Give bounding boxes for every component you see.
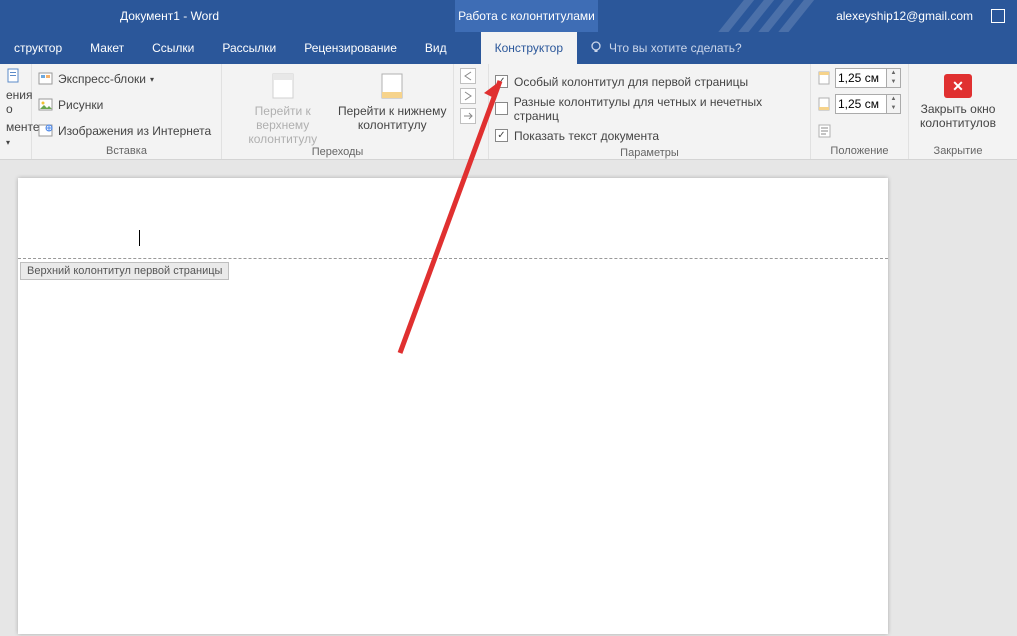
different-first-page-checkbox[interactable]: ✓ Особый колонтитул для первой страницы bbox=[495, 70, 804, 93]
footer-position-icon bbox=[817, 96, 833, 112]
online-pictures-icon bbox=[38, 123, 54, 139]
text-cursor bbox=[139, 230, 140, 246]
group-docinfo-partial: ения о менте ▾ bbox=[0, 64, 32, 159]
document-info-icon bbox=[6, 68, 22, 84]
group-position: ▲▼ ▲▼ Положение bbox=[811, 64, 909, 159]
group-options-label: Параметры bbox=[489, 147, 810, 161]
tab-layout[interactable]: Макет bbox=[76, 32, 138, 64]
link-to-previous-button[interactable] bbox=[460, 108, 476, 124]
tab-review[interactable]: Рецензирование bbox=[290, 32, 411, 64]
group-navigation-label: Переходы bbox=[222, 146, 453, 160]
ribbon-display-icon[interactable] bbox=[991, 9, 1005, 23]
group-close-label: Закрытие bbox=[909, 145, 1007, 159]
checkbox-checked-icon: ✓ bbox=[495, 75, 508, 88]
tell-me-search[interactable]: Что вы хотите сделать? bbox=[577, 40, 742, 57]
group-navigation: Перейти к верхнему колонтитулу Перейти к… bbox=[222, 64, 454, 159]
close-header-footer-button[interactable]: ✕ Закрыть окно колонтитулов bbox=[920, 68, 996, 130]
group-close: ✕ Закрыть окно колонтитулов Закрытие bbox=[909, 64, 1007, 159]
next-section-button[interactable] bbox=[460, 88, 476, 104]
tab-header-footer-design[interactable]: Конструктор bbox=[481, 32, 577, 64]
header-section-tag: Верхний колонтитул первой страницы bbox=[20, 262, 229, 280]
different-odd-even-checkbox[interactable]: Разные колонтитулы для четных и нечетных… bbox=[495, 97, 804, 120]
close-icon: ✕ bbox=[944, 74, 972, 98]
header-boundary-line bbox=[18, 258, 888, 259]
tell-me-placeholder: Что вы хотите сделать? bbox=[609, 41, 742, 55]
insert-alignment-tab-button[interactable] bbox=[817, 120, 901, 142]
lightbulb-icon bbox=[589, 40, 603, 57]
pictures-button[interactable]: Рисунки bbox=[38, 94, 211, 116]
goto-footer-icon bbox=[376, 70, 408, 102]
footer-from-bottom-spinner[interactable]: ▲▼ bbox=[817, 94, 901, 114]
ribbon-tabs: структор Макет Ссылки Рассылки Рецензиро… bbox=[0, 32, 1017, 64]
footer-from-bottom-input[interactable] bbox=[835, 94, 887, 114]
tab-designer-partial[interactable]: структор bbox=[0, 32, 76, 64]
header-position-icon bbox=[817, 70, 833, 86]
spinner-buttons[interactable]: ▲▼ bbox=[887, 94, 901, 114]
goto-header-button: Перейти к верхнему колонтитулу bbox=[228, 68, 338, 146]
alignment-tab-icon bbox=[817, 123, 833, 139]
tab-view[interactable]: Вид bbox=[411, 32, 461, 64]
spinner-buttons[interactable]: ▲▼ bbox=[887, 68, 901, 88]
quick-parts-icon bbox=[38, 71, 54, 87]
group-insert: Экспресс-блоки▾ Рисунки Изображения из И… bbox=[32, 64, 222, 159]
group-position-label: Положение bbox=[811, 145, 908, 159]
goto-footer-button[interactable]: Перейти к нижнему колонтитулу bbox=[338, 68, 448, 132]
document-title: Документ1 - Word bbox=[120, 9, 219, 23]
contextual-tab-title: Работа с колонтитулами bbox=[455, 0, 598, 32]
header-from-top-input[interactable] bbox=[835, 68, 887, 88]
title-bar: Документ1 - Word Работа с колонтитулами … bbox=[0, 0, 1017, 32]
group-options: ✓ Особый колонтитул для первой страницы … bbox=[488, 64, 811, 159]
previous-section-button[interactable] bbox=[460, 68, 476, 84]
user-email[interactable]: alexeyship12@gmail.com bbox=[836, 9, 973, 23]
show-document-text-checkbox[interactable]: ✓ Показать текст документа bbox=[495, 124, 804, 147]
quick-parts-button[interactable]: Экспресс-блоки▾ bbox=[38, 68, 211, 90]
checkbox-checked-icon: ✓ bbox=[495, 129, 508, 142]
document-page[interactable]: Верхний колонтитул первой страницы bbox=[18, 178, 888, 634]
online-pictures-button[interactable]: Изображения из Интернета bbox=[38, 120, 211, 142]
header-from-top-spinner[interactable]: ▲▼ bbox=[817, 68, 901, 88]
tab-mailings[interactable]: Рассылки bbox=[208, 32, 290, 64]
group-nav-links bbox=[454, 64, 488, 159]
document-workspace[interactable]: Верхний колонтитул первой страницы bbox=[0, 160, 1017, 636]
ribbon: ения о менте ▾ Экспресс-блоки▾ Рисунки И… bbox=[0, 64, 1017, 160]
goto-header-icon bbox=[267, 70, 299, 102]
picture-icon bbox=[38, 97, 54, 113]
group-insert-label: Вставка bbox=[32, 145, 221, 159]
checkbox-unchecked-icon bbox=[495, 102, 508, 115]
tab-references[interactable]: Ссылки bbox=[138, 32, 208, 64]
